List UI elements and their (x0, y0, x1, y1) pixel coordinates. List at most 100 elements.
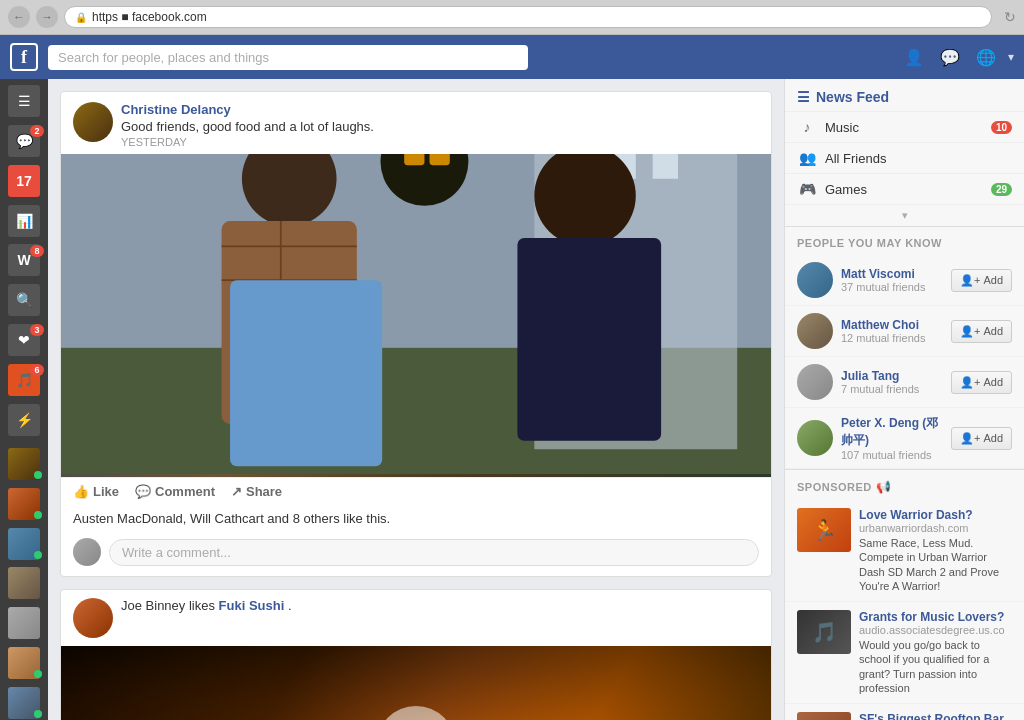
post-comment-area: Write a comment... (61, 532, 771, 576)
right-sidebar: ☰ News Feed ♪ Music 10 👥 All Friends 🎮 G… (784, 79, 1024, 720)
sponsored-text-0: Love Warrior Dash? urbanwarriordash.com … (859, 508, 1012, 593)
sidebar-item-heart[interactable]: ❤ 3 (2, 322, 46, 358)
pymk-name-0[interactable]: Matt Viscomi (841, 267, 943, 281)
browser-chrome: ← → 🔒 https ■ facebook.com ↻ (0, 0, 1024, 35)
photo-svg (61, 154, 771, 474)
url-bar[interactable]: 🔒 https ■ facebook.com (64, 6, 992, 28)
news-feed-header: ☰ News Feed (785, 79, 1024, 112)
sidebar-avatar-6[interactable] (2, 645, 46, 681)
sponsored-header: SPONSORED 📢 (785, 469, 1024, 500)
comment-input[interactable]: Write a comment... (109, 539, 759, 566)
pymk-info-3: Peter X. Deng (邓帅平) 107 mutual friends (841, 415, 943, 461)
post-author-1[interactable]: Christine Delancy (121, 102, 759, 117)
pymk-item-3: Peter X. Deng (邓帅平) 107 mutual friends 👤… (785, 408, 1024, 469)
post-image-1[interactable] (61, 154, 771, 477)
comment-button[interactable]: 💬 Comment (135, 484, 215, 499)
sponsored-desc-1: Would you go/go back to school if you qu… (859, 638, 1012, 695)
sidebar-item-menu[interactable]: ☰ (2, 83, 46, 119)
post-link-image[interactable] (61, 646, 771, 720)
rs-item-all-friends[interactable]: 👥 All Friends (785, 143, 1024, 174)
sidebar-avatar-5[interactable] (2, 605, 46, 641)
back-button[interactable]: ← (8, 6, 30, 28)
post-avatar-1[interactable] (73, 102, 113, 142)
post-link-text[interactable]: Fuki Sushi (219, 598, 285, 613)
online-dot-2 (34, 511, 42, 519)
post-text-1: Good friends, good food and a lot of lau… (121, 119, 759, 134)
svg-rect-5 (653, 154, 678, 179)
facebook-logo: f (10, 43, 38, 71)
sponsored-img-1: 🎵 (797, 610, 851, 654)
like-button[interactable]: 👍 Like (73, 484, 119, 499)
post-period: . (288, 598, 292, 613)
music-icon: ♪ (797, 119, 817, 135)
pymk-info-0: Matt Viscomi 37 mutual friends (841, 267, 943, 293)
music-label: Music (825, 120, 983, 135)
sponsored-title-2[interactable]: SF's Biggest Rooftop Bar (859, 712, 1012, 720)
rs-item-music[interactable]: ♪ Music 10 (785, 112, 1024, 143)
globe-icon[interactable]: 🌐 (972, 44, 1000, 71)
rs-item-games[interactable]: 🎮 Games 29 (785, 174, 1024, 205)
like-icon: 👍 (73, 484, 89, 499)
sidebar-item-calendar[interactable]: 17 (2, 163, 46, 199)
pymk-name-1[interactable]: Matthew Choi (841, 318, 943, 332)
post-actions-1: 👍 Like 💬 Comment ↗ Share (61, 477, 771, 505)
sidebar-avatar-1[interactable] (2, 446, 46, 482)
pymk-item-0: Matt Viscomi 37 mutual friends 👤+ Add (785, 255, 1024, 306)
messages-icon[interactable]: 💬 (936, 44, 964, 71)
forward-button[interactable]: → (36, 6, 58, 28)
menu-icon: ☰ (8, 85, 40, 117)
share-button[interactable]: ↗ Share (231, 484, 282, 499)
online-dot-3 (34, 551, 42, 559)
news-feed-chevron[interactable]: ▾ (785, 205, 1024, 226)
add-label-1: Add (983, 325, 1003, 337)
add-label-2: Add (983, 376, 1003, 388)
graph-icon: 📊 (8, 205, 40, 237)
pymk-info-2: Julia Tang 7 mutual friends (841, 369, 943, 395)
add-label-3: Add (983, 432, 1003, 444)
sidebar-avatar-7[interactable] (2, 685, 46, 720)
sidebar-item-music[interactable]: 🎵 6 (2, 362, 46, 398)
sidebar-item-search[interactable]: 🔍 (2, 282, 46, 318)
search-sidebar-icon: 🔍 (8, 284, 40, 316)
sidebar-item-graph[interactable]: 📊 (2, 203, 46, 239)
online-dot-6 (34, 670, 42, 678)
refresh-button[interactable]: ↻ (1004, 9, 1016, 25)
music-badge: 10 (991, 121, 1012, 134)
sponsored-title-0[interactable]: Love Warrior Dash? (859, 508, 1012, 522)
all-friends-label: All Friends (825, 151, 1012, 166)
center-feed: Christine Delancy Good friends, good foo… (48, 79, 784, 720)
sidebar-avatar-3[interactable] (2, 526, 46, 562)
sidebar-item-bolt[interactable]: ⚡ (2, 402, 46, 438)
sidebar-avatar-2[interactable] (2, 486, 46, 522)
post-prefix-text: Joe Binney likes (121, 598, 215, 613)
sponsored-item-2: 🍹 SF's Biggest Rooftop Bar Enjoy cocktai… (785, 704, 1024, 720)
search-bar[interactable]: Search for people, places and things (48, 45, 528, 70)
sponsored-item-1: 🎵 Grants for Music Lovers? audio.associa… (785, 602, 1024, 704)
pymk-add-btn-2[interactable]: 👤+ Add (951, 371, 1012, 394)
pymk-add-btn-3[interactable]: 👤+ Add (951, 427, 1012, 450)
pymk-name-3[interactable]: Peter X. Deng (邓帅平) (841, 415, 943, 449)
post-card-2: Joe Binney likes Fuki Sushi . (60, 589, 772, 720)
pymk-item-1: Matthew Choi 12 mutual friends 👤+ Add (785, 306, 1024, 357)
pymk-name-2[interactable]: Julia Tang (841, 369, 943, 383)
pymk-add-btn-0[interactable]: 👤+ Add (951, 269, 1012, 292)
post-avatar-2[interactable] (73, 598, 113, 638)
sidebar-item-messages[interactable]: 💬 2 (2, 123, 46, 159)
calendar-icon: 17 (8, 165, 40, 197)
sidebar-item-w[interactable]: W 8 (2, 243, 46, 279)
topbar-dropdown[interactable]: ▾ (1008, 50, 1014, 64)
comment-label: Comment (155, 484, 215, 499)
music-badge: 6 (30, 364, 44, 376)
pymk-mutual-2: 7 mutual friends (841, 383, 943, 395)
friends-icon[interactable]: 👤 (900, 44, 928, 71)
pymk-avatar-2 (797, 364, 833, 400)
sponsored-img-0: 🏃 (797, 508, 851, 552)
pymk-mutual-1: 12 mutual friends (841, 332, 943, 344)
svg-rect-18 (517, 238, 661, 441)
sponsored-title-1[interactable]: Grants for Music Lovers? (859, 610, 1012, 624)
sponsored-label: SPONSORED (797, 481, 872, 493)
post-meta-1: Christine Delancy Good friends, good foo… (121, 102, 759, 148)
topbar-icons: 👤 💬 🌐 ▾ (900, 44, 1014, 71)
pymk-add-btn-1[interactable]: 👤+ Add (951, 320, 1012, 343)
sidebar-avatar-4[interactable] (2, 566, 46, 602)
